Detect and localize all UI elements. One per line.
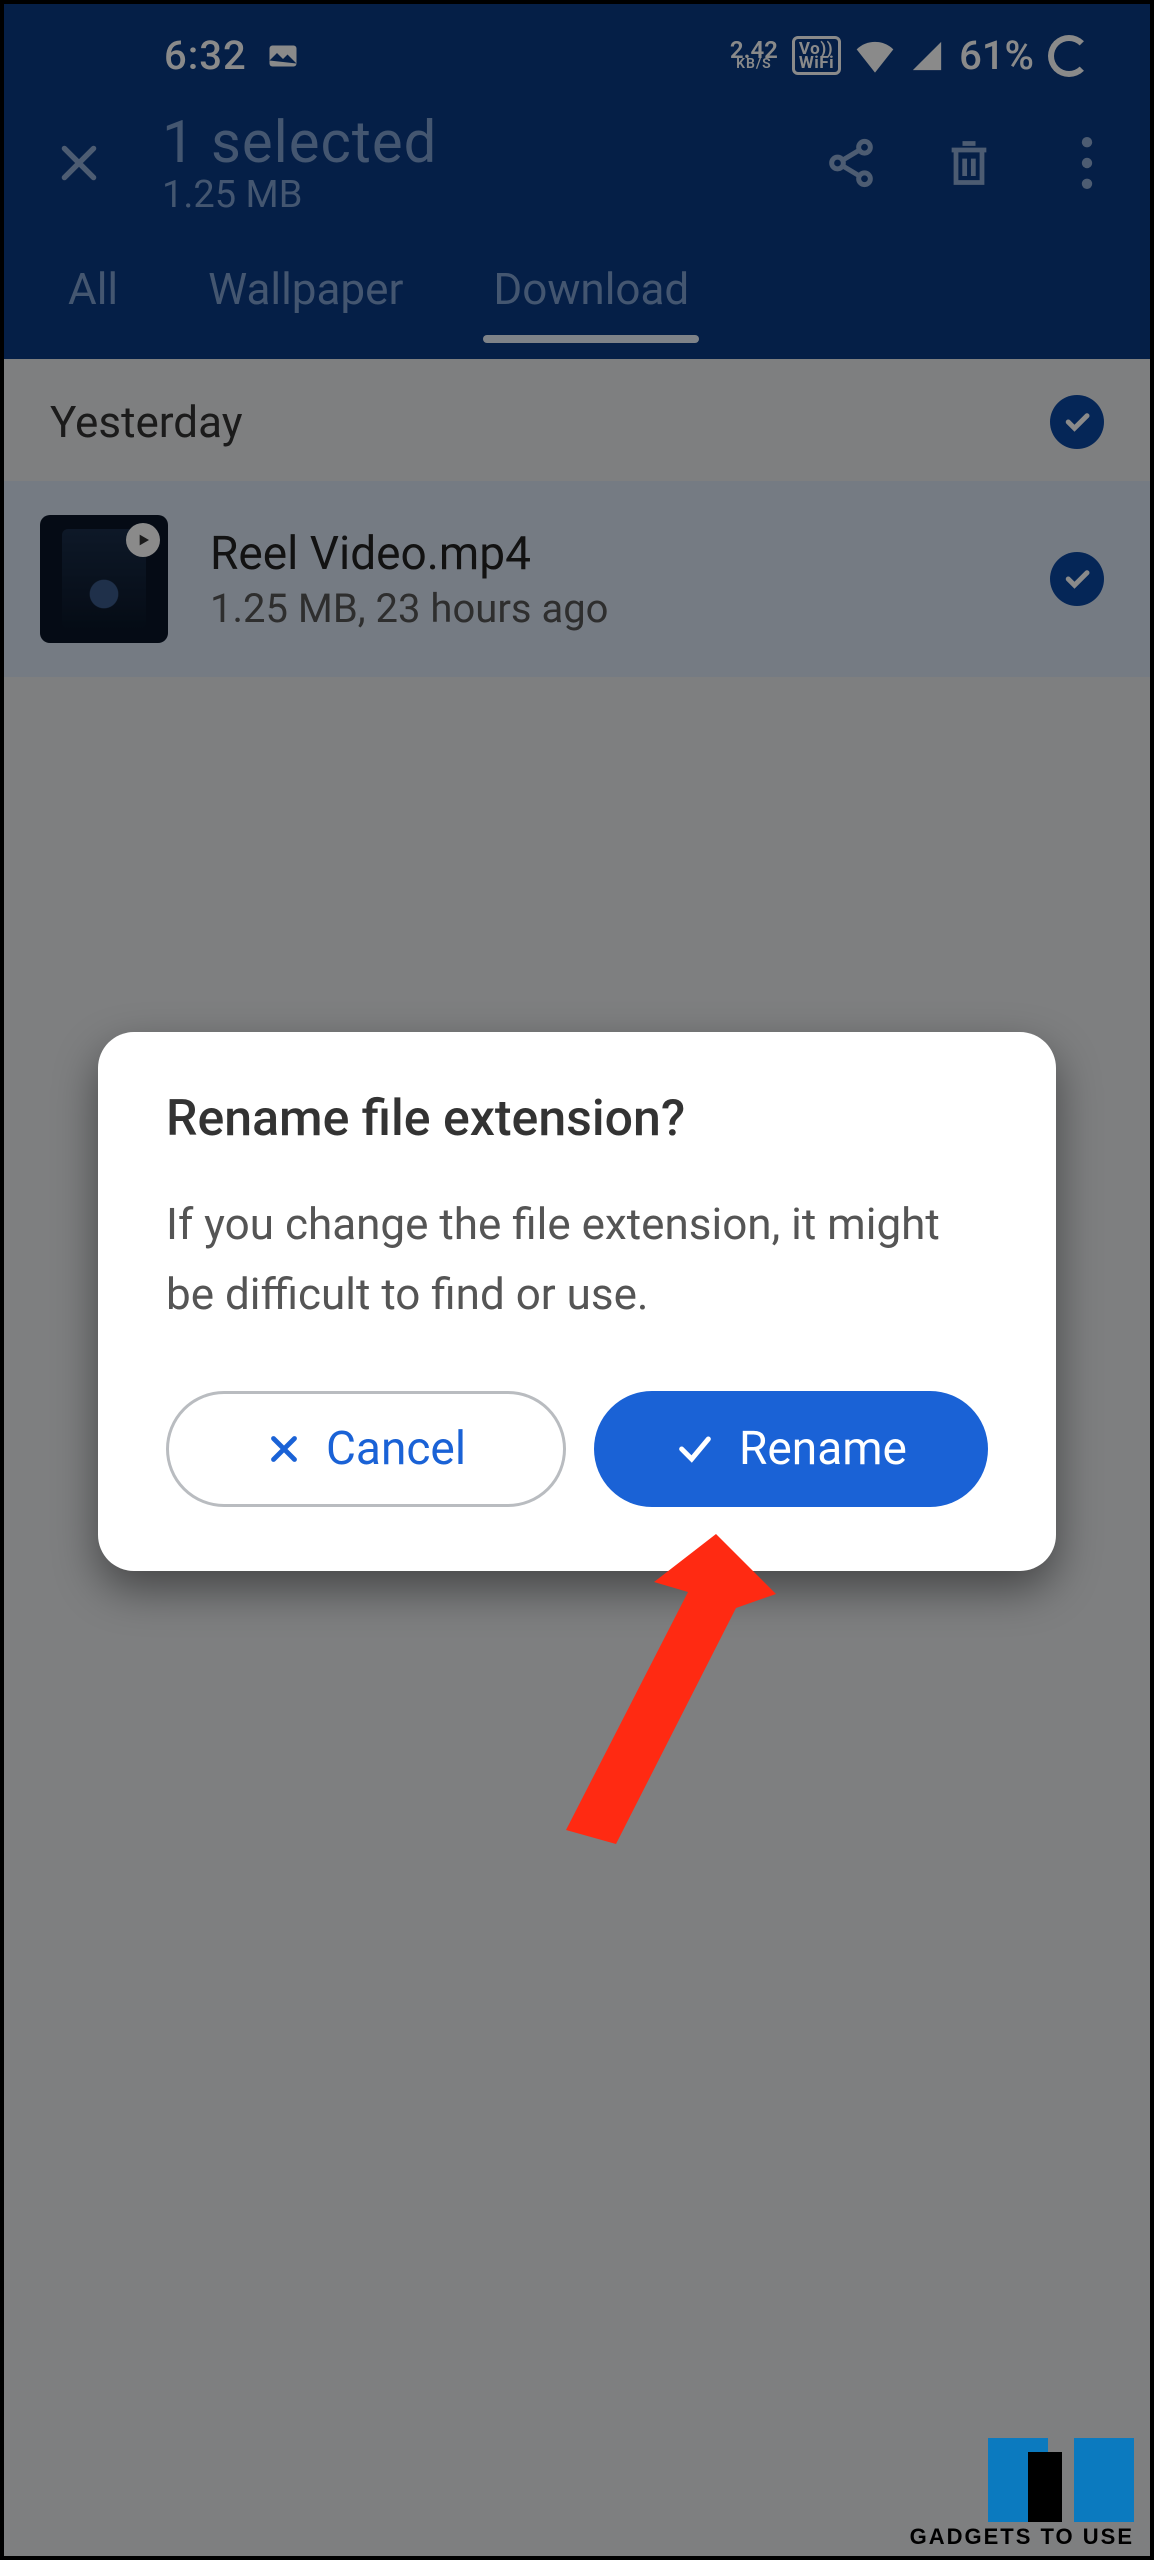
dialog-body: If you change the file extension, it mig… (166, 1190, 988, 1329)
watermark: GADGETS TO USE (910, 2438, 1134, 2550)
watermark-logo-icon (910, 2438, 1134, 2522)
close-icon (266, 1431, 302, 1467)
rename-extension-dialog: Rename file extension? If you change the… (98, 1032, 1056, 1571)
check-icon (675, 1429, 715, 1469)
watermark-text: GADGETS TO USE (910, 2524, 1134, 2550)
cancel-button[interactable]: Cancel (166, 1391, 566, 1507)
cancel-label: Cancel (326, 1422, 466, 1476)
rename-button[interactable]: Rename (594, 1391, 988, 1507)
rename-label: Rename (739, 1422, 907, 1476)
dialog-title: Rename file extension? (166, 1090, 988, 1148)
phone-screen: 6:32 2.42KB/S Vo))WiFi 61% (4, 4, 1150, 2556)
